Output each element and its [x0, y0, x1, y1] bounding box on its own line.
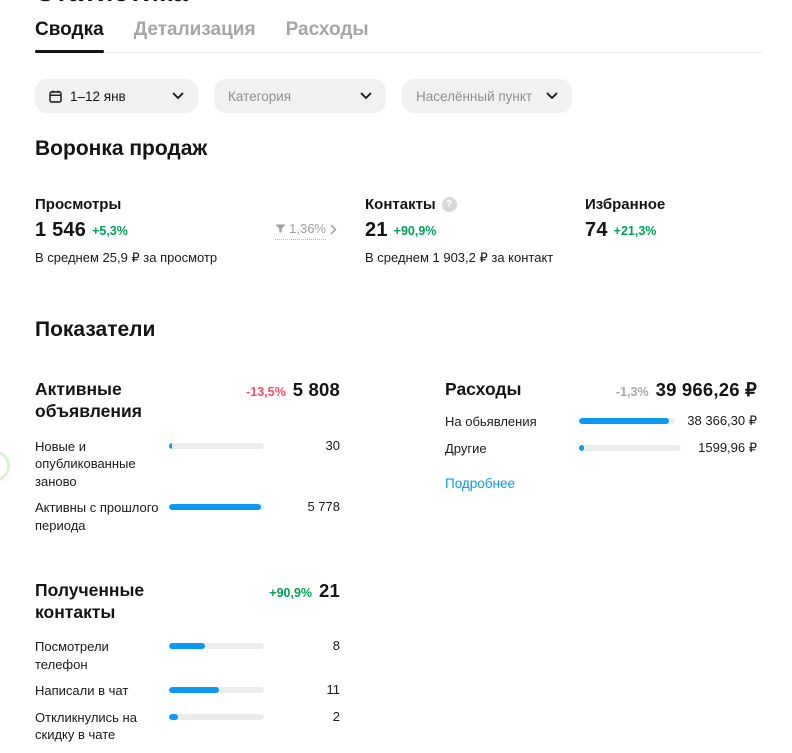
stat-row-phone-views: Посмотрели телефон 8	[35, 638, 340, 673]
category-filter-dropdown[interactable]: Категория	[214, 79, 386, 113]
location-filter-label: Населённый пункт	[416, 88, 533, 104]
stat-row-label: Написали в чат	[35, 683, 129, 699]
expenses-details-link[interactable]: Подробнее	[445, 476, 515, 491]
received-contacts-block: Полученные контакты +90,9% 21 Посмотрели…	[35, 579, 340, 745]
stat-row-discount-replies: Откликнулись на скидку в чате 2	[35, 709, 340, 744]
indicators-heading: Показатели	[35, 318, 156, 341]
chevron-down-icon	[546, 92, 558, 100]
tab-summary[interactable]: Сводка	[35, 19, 104, 53]
expenses-delta: -1,3%	[615, 385, 649, 399]
tab-details[interactable]: Детализация	[134, 19, 256, 52]
stat-row-label: На обьявления	[445, 414, 537, 429]
stat-row-ad-expenses: На обьявления 38 366,30 ₽	[445, 413, 757, 431]
active-ads-title: Активные объявления	[35, 379, 142, 422]
stat-bar	[169, 687, 264, 694]
indicators-left-column: Активные объявления -13,5% 5 808 Новые и…	[35, 378, 340, 753]
stat-row-value: 11	[326, 682, 341, 698]
conversion-rate-value: 1,36%	[289, 221, 326, 236]
metric-views: Просмотры 1 546 +5,3% 1,36% В среднем 25…	[35, 196, 365, 266]
metric-favorites-value: 74	[585, 219, 608, 241]
stat-row-label: Посмотрели телефон	[35, 639, 109, 672]
active-ads-value: 5 808	[292, 379, 340, 400]
expenses-value: 39 966,26 ₽	[655, 379, 757, 400]
metric-contacts-sub: В среднем 1 903,2 ₽ за контакт	[365, 250, 554, 265]
active-ads-delta: -13,5%	[246, 385, 286, 399]
stat-bar	[169, 442, 264, 449]
funnel-icon	[275, 221, 286, 236]
active-ads-block: Активные объявления -13,5% 5 808 Новые и…	[35, 378, 340, 535]
metric-favorites: Избранное 74 +21,3%	[585, 196, 665, 266]
metric-views-label: Просмотры	[35, 196, 122, 213]
statistics-page: Статистика Сводка Детализация Расходы 1–…	[0, 0, 792, 742]
stat-row-label: Откликнулись на скидку в чате	[35, 709, 137, 743]
metric-views-sub: В среднем 25,9 ₽ за просмотр	[35, 250, 218, 265]
stat-bar	[579, 418, 676, 424]
stat-row-value: 2	[332, 708, 340, 724]
stat-row-chat-messages: Написали в чат 11	[35, 682, 340, 700]
stat-row-label: Другие	[445, 440, 487, 456]
category-filter-label: Категория	[228, 88, 292, 104]
stat-bar	[169, 643, 264, 650]
stat-bar	[169, 713, 264, 720]
metric-views-delta: +5,3%	[92, 223, 128, 238]
expenses-title: Расходы	[445, 379, 522, 399]
calendar-icon	[49, 90, 62, 103]
chevron-down-icon	[360, 92, 372, 100]
location-filter-dropdown[interactable]: Населённый пункт	[402, 79, 572, 113]
expenses-block: Расходы -1,3% 39 966,26 ₽ На обьявления …	[445, 378, 757, 493]
period-filter-dropdown[interactable]: 1–12 янв	[35, 79, 198, 113]
stat-row-value: 30	[325, 437, 340, 453]
stat-row-value: 8	[332, 638, 340, 654]
filter-bar: 1–12 янв Категория Населённый пункт	[35, 79, 762, 113]
stat-row-label: Новые и опубликованные заново	[35, 438, 136, 489]
metric-favorites-label: Избранное	[585, 196, 666, 213]
period-filter-label: 1–12 янв	[70, 88, 126, 104]
stat-row-value: 38 366,30 ₽	[687, 413, 757, 428]
page-title: Статистика	[35, 0, 762, 6]
metric-contacts-label: Контакты	[365, 196, 436, 213]
received-contacts-value: 21	[319, 579, 340, 601]
metric-favorites-delta: +21,3%	[613, 223, 657, 238]
metric-views-value: 1 546	[35, 219, 87, 241]
stat-row-carryover-ads: Активны с прошлого периода 5 778	[35, 499, 340, 534]
tab-expenses[interactable]: Расходы	[286, 19, 369, 52]
funnel-metrics: Просмотры 1 546 +5,3% 1,36% В среднем 25…	[35, 196, 762, 266]
received-contacts-title: Полученные контакты	[35, 579, 145, 622]
tab-bar: Сводка Детализация Расходы	[35, 19, 762, 53]
metric-contacts-value: 21	[365, 219, 388, 241]
received-contacts-delta: +90,9%	[269, 585, 313, 600]
indicators-grid: Активные объявления -13,5% 5 808 Новые и…	[35, 378, 762, 753]
stat-row-label: Активны с прошлого периода	[35, 500, 159, 533]
chevron-down-icon	[172, 92, 184, 100]
stat-row-new-ads: Новые и опубликованные заново 30	[35, 438, 340, 491]
support-chat-bubble-edge[interactable]	[0, 450, 10, 482]
stat-row-value: 5 778	[307, 499, 340, 515]
funnel-heading: Воронка продаж	[35, 137, 208, 160]
stat-row-other-expenses: Другие 1599,96 ₽	[445, 440, 757, 458]
chevron-right-icon	[330, 223, 337, 238]
help-icon[interactable]: ?	[441, 197, 457, 212]
stat-bar	[579, 444, 681, 451]
metric-contacts: Контакты ? 21 +90,9% В среднем 1 903,2 ₽…	[365, 196, 585, 266]
stat-bar	[169, 504, 264, 511]
conversion-rate-badge[interactable]: 1,36%	[275, 221, 337, 240]
stat-row-value: 1599,96 ₽	[698, 439, 757, 455]
metric-contacts-delta: +90,9%	[393, 223, 437, 238]
